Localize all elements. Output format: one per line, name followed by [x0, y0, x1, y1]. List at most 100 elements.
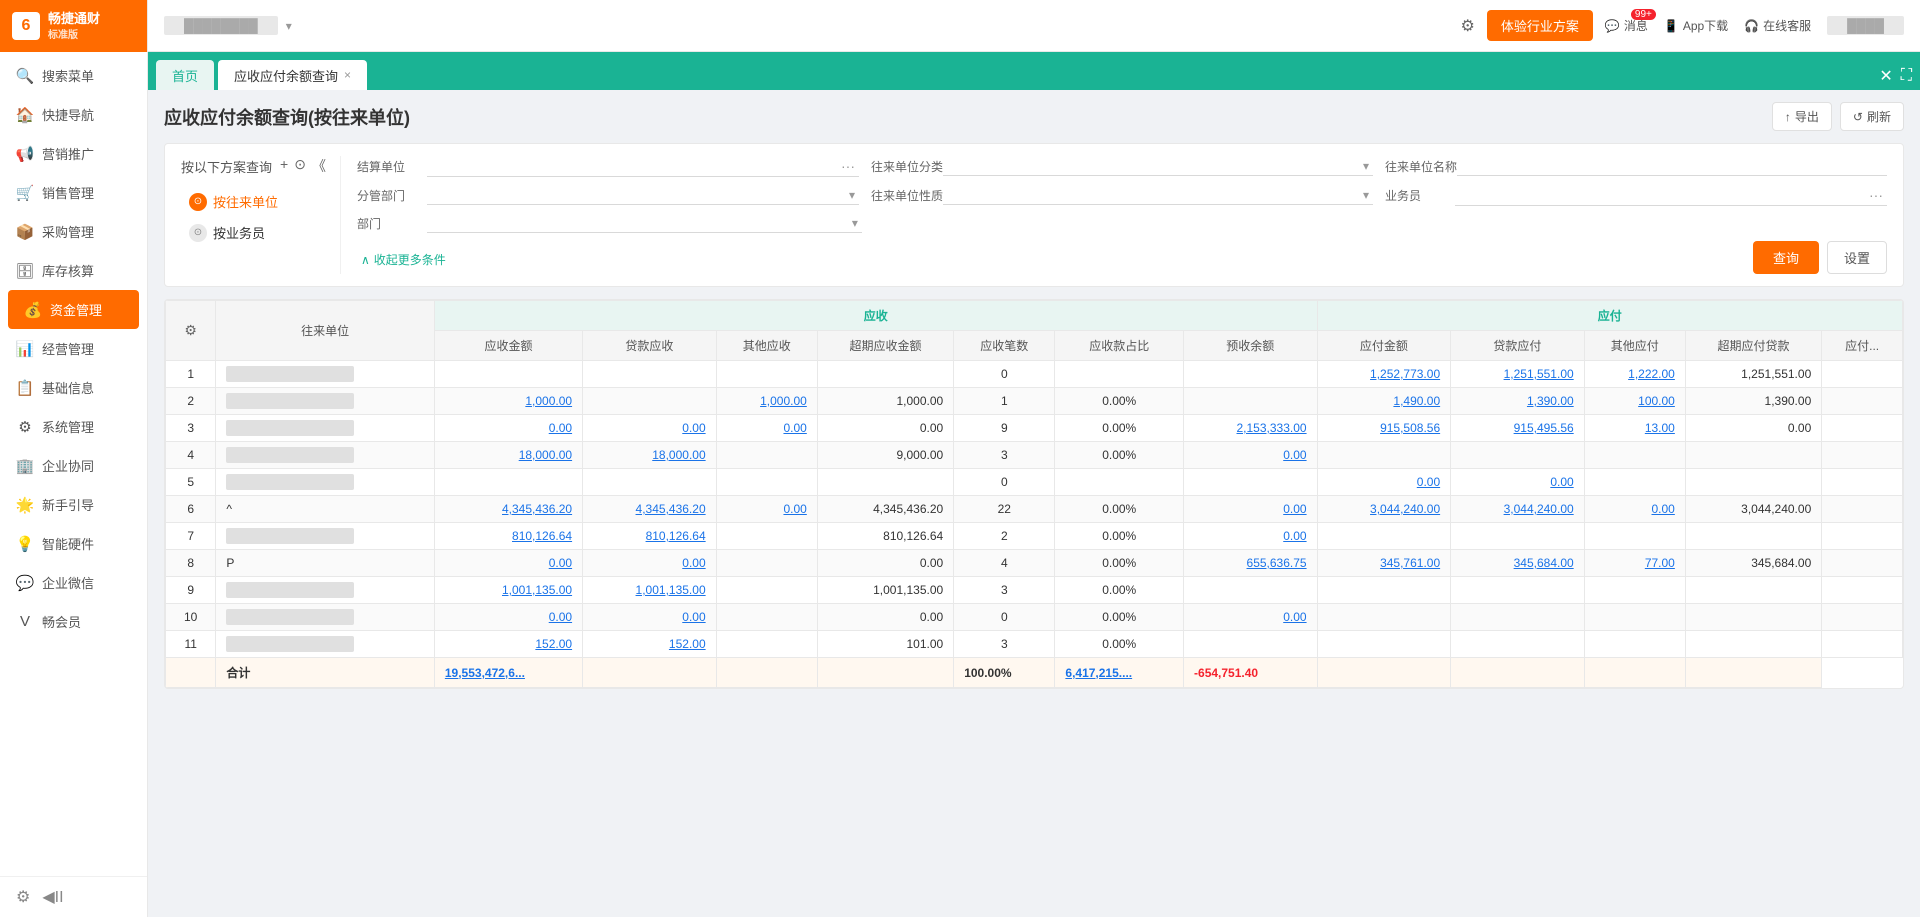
- header-gear-icon[interactable]: ⚙: [1461, 16, 1475, 36]
- cell-link[interactable]: 915,508.56: [1380, 421, 1440, 435]
- salesperson-input-wrap[interactable]: ···: [1455, 185, 1887, 206]
- refresh-button[interactable]: ↺ 刷新: [1840, 102, 1904, 131]
- cell-link[interactable]: 2,153,333.00: [1237, 421, 1307, 435]
- cell-link[interactable]: 1,222.00: [1628, 367, 1675, 381]
- cell-link[interactable]: 810,126.64: [512, 529, 572, 543]
- cell-link[interactable]: 0.00: [1652, 502, 1675, 516]
- sidebar-item-enterprise[interactable]: 🏢 企业协同: [0, 446, 147, 485]
- sidebar-settings-icon[interactable]: ⚙: [16, 887, 30, 907]
- cell-link[interactable]: 3,044,240.00: [1504, 502, 1574, 516]
- cell-link[interactable]: 152.00: [669, 637, 706, 651]
- sidebar-item-quick-nav[interactable]: 🏠 快捷导航: [0, 95, 147, 134]
- highlight-button[interactable]: 体验行业方案: [1487, 10, 1593, 41]
- cell-link[interactable]: 4,345,436.20: [636, 502, 706, 516]
- settlement-unit-label: 结算单位: [357, 158, 427, 175]
- add-scheme-icon[interactable]: +: [280, 156, 288, 176]
- cell-link[interactable]: 77.00: [1645, 556, 1675, 570]
- cell-link[interactable]: 0.00: [1283, 610, 1306, 624]
- cell-link[interactable]: 1,251,551.00: [1504, 367, 1574, 381]
- table-settings-icon[interactable]: ⚙: [184, 322, 197, 338]
- app-download-action[interactable]: 📱 App下载: [1664, 17, 1728, 34]
- cell-link[interactable]: 4,345,436.20: [502, 502, 572, 516]
- cell-link[interactable]: 0.00: [682, 556, 705, 570]
- sidebar-item-search-menu[interactable]: 🔍 搜索菜单: [0, 56, 147, 95]
- salesperson-dots[interactable]: ···: [1869, 187, 1883, 203]
- cell-link[interactable]: 0.00: [1283, 448, 1306, 462]
- unit-name-input-wrap[interactable]: [1457, 157, 1887, 176]
- dept-select[interactable]: ▾: [427, 214, 862, 233]
- cell-link[interactable]: 1,252,773.00: [1370, 367, 1440, 381]
- messages-action[interactable]: 💬 消息 99+: [1605, 17, 1648, 34]
- cell-link[interactable]: 0.00: [1283, 502, 1306, 516]
- cell-link[interactable]: 0.00: [549, 610, 572, 624]
- cell-link[interactable]: 1,001,135.00: [636, 583, 706, 597]
- cell-link[interactable]: 0.00: [783, 421, 806, 435]
- settings-scheme-icon[interactable]: ⊙: [294, 156, 306, 176]
- header-actions: 💬 消息 99+ 📱 App下载 🎧 在线客服 ████: [1605, 17, 1904, 34]
- collapse-more-btn[interactable]: ∧ 收起更多条件: [357, 247, 450, 272]
- tab-expand-icon[interactable]: ⛶: [1901, 67, 1912, 85]
- sidebar-item-newbie[interactable]: 🌟 新手引导: [0, 485, 147, 524]
- cell-link[interactable]: 345,761.00: [1380, 556, 1440, 570]
- col-settings: ⚙: [166, 301, 216, 361]
- cell-link[interactable]: 3,044,240.00: [1370, 502, 1440, 516]
- sidebar-item-member[interactable]: V 畅会员: [0, 602, 147, 641]
- cell-link[interactable]: 0.00: [549, 556, 572, 570]
- cell-link[interactable]: 1,000.00: [525, 394, 572, 408]
- settlement-unit-input-wrap[interactable]: ···: [427, 156, 859, 177]
- export-button[interactable]: ↑ 导出: [1772, 102, 1832, 131]
- sidebar-item-sales[interactable]: 🛒 销售管理: [0, 173, 147, 212]
- cell-link[interactable]: 810,126.64: [646, 529, 706, 543]
- cell-link[interactable]: 100.00: [1638, 394, 1675, 408]
- cell-link[interactable]: 1,490.00: [1393, 394, 1440, 408]
- cell-link[interactable]: 655,636.75: [1247, 556, 1307, 570]
- sidebar-item-inventory[interactable]: 🗄 库存核算: [0, 251, 147, 290]
- tab-close-window-icon[interactable]: ✕: [1879, 66, 1892, 86]
- sidebar-item-wechat[interactable]: 💬 企业微信: [0, 563, 147, 602]
- cell-link[interactable]: 1,390.00: [1527, 394, 1574, 408]
- tab-close-icon[interactable]: ×: [344, 68, 351, 82]
- settlement-unit-dots[interactable]: ···: [841, 158, 855, 174]
- sidebar-item-finance[interactable]: 💰 资金管理: [8, 290, 139, 329]
- cell-link[interactable]: 1,001,135.00: [502, 583, 572, 597]
- cell-link[interactable]: 13.00: [1645, 421, 1675, 435]
- collapse-scheme-icon[interactable]: 《: [312, 156, 326, 176]
- tab-home[interactable]: 首页: [156, 60, 214, 90]
- unit-nature-select[interactable]: ▾: [943, 186, 1373, 205]
- sidebar-item-operations[interactable]: 📊 经营管理: [0, 329, 147, 368]
- query-button[interactable]: 查询: [1753, 241, 1819, 274]
- tab-ar-ap[interactable]: 应收应付余额查询 ×: [218, 60, 367, 90]
- sidebar-item-marketing[interactable]: 📢 营销推广: [0, 134, 147, 173]
- cell-link[interactable]: 18,000.00: [519, 448, 572, 462]
- sidebar-item-purchase[interactable]: 📦 采购管理: [0, 212, 147, 251]
- sidebar-item-smart-hw[interactable]: 💡 智能硬件: [0, 524, 147, 563]
- settings-button[interactable]: 设置: [1827, 241, 1887, 274]
- cell-link[interactable]: 0.00: [1550, 475, 1573, 489]
- cell-link[interactable]: 0.00: [1283, 529, 1306, 543]
- sidebar-item-base-info[interactable]: 📋 基础信息: [0, 368, 147, 407]
- user-info[interactable]: ████: [1827, 18, 1904, 33]
- unit-category-select[interactable]: ▾: [943, 157, 1373, 176]
- cell-link[interactable]: 0.00: [682, 610, 705, 624]
- sidebar-label-sales: 销售管理: [42, 183, 94, 202]
- dept-head-select[interactable]: ▾: [427, 186, 859, 205]
- tab-bar-actions: ✕ ⛶: [1879, 66, 1912, 90]
- cell-link[interactable]: 915,495.56: [1514, 421, 1574, 435]
- unit-name-input[interactable]: [1461, 159, 1883, 173]
- cell-link[interactable]: 345,684.00: [1514, 556, 1574, 570]
- scheme-by-unit[interactable]: ⊙ 按往来单位: [181, 188, 328, 215]
- cell-link[interactable]: 0.00: [549, 421, 572, 435]
- settlement-unit-input[interactable]: [431, 159, 837, 173]
- cell-link[interactable]: 0.00: [783, 502, 806, 516]
- cell-link[interactable]: 0.00: [682, 421, 705, 435]
- cell-link[interactable]: 18,000.00: [652, 448, 705, 462]
- sidebar-item-system[interactable]: ⚙ 系统管理: [0, 407, 147, 446]
- sidebar-collapse-icon[interactable]: ◀II: [42, 887, 63, 907]
- customer-service-action[interactable]: 🎧 在线客服: [1744, 17, 1811, 34]
- cell-link[interactable]: 152.00: [535, 637, 572, 651]
- tab-bar: 首页 应收应付余额查询 × ✕ ⛶: [148, 52, 1920, 90]
- scheme-by-employee[interactable]: ⊙ 按业务员: [181, 219, 328, 246]
- salesperson-input[interactable]: [1459, 188, 1865, 202]
- cell-link[interactable]: 0.00: [1417, 475, 1440, 489]
- cell-link[interactable]: 1,000.00: [760, 394, 807, 408]
